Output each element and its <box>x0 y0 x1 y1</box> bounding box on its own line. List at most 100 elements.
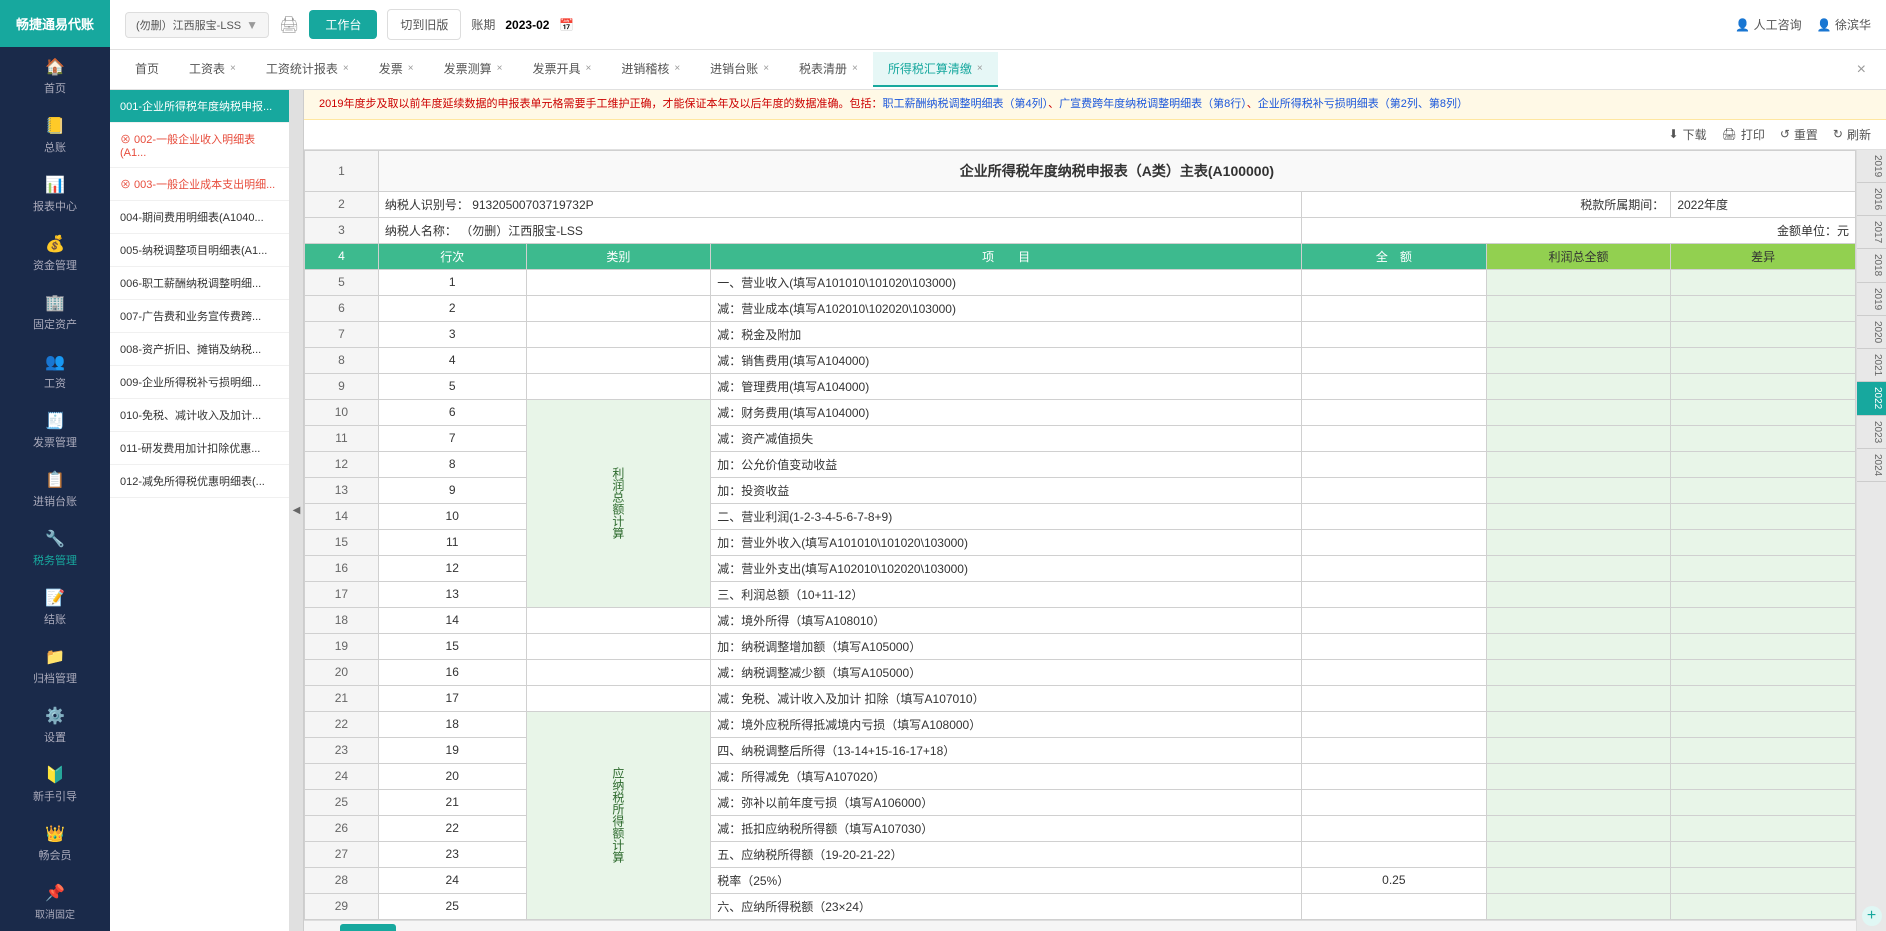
tab-invoice-calc[interactable]: 发票测算 × <box>429 52 518 87</box>
tab-home[interactable]: 首页 <box>120 52 174 87</box>
left-panel-item-007[interactable]: 007-广告费和业务宣传费跨... <box>110 300 289 333</box>
company-selector[interactable]: (勿删）江西服宝-LSS ▼ <box>125 12 269 38</box>
sidebar-item-payroll[interactable]: 👥 工资 <box>0 342 110 401</box>
download-button[interactable]: ⬇ 下载 <box>1669 126 1707 143</box>
currency-label-cell: 金额单位：元 <box>1302 217 1856 243</box>
close-tab-payroll-stats[interactable]: × <box>343 63 349 74</box>
tab-income-tax[interactable]: 所得税汇算清缴 × <box>873 52 998 87</box>
sidebar-item-assets[interactable]: 🏢 固定资产 <box>0 283 110 342</box>
spreadsheet-container[interactable]: 1 企业所得税年度纳税申报表（A类）主表(A100000) 2 纳税人识别号： … <box>304 150 1856 931</box>
year-timeline: 2019 2016 2017 2018 2019 2020 2021 2022 … <box>1856 150 1886 931</box>
sidebar-item-archive[interactable]: 📁 归档管理 <box>0 637 110 696</box>
close-tab-invoice-issue[interactable]: × <box>585 63 591 74</box>
collapse-panel-button[interactable]: ◀ <box>290 90 304 931</box>
table-row: 6 2 减：营业成本(填写A102010\102020\103000) <box>305 295 1856 321</box>
row-num-3: 3 <box>305 217 379 243</box>
table-row: 18 14 减：境外所得（填写A108010） <box>305 607 1856 633</box>
left-panel-item-009[interactable]: 009-企业所得税补亏损明细... <box>110 366 289 399</box>
year-item-2020[interactable]: 2020 <box>1857 316 1886 349</box>
sidebar-item-funds[interactable]: 💰 资金管理 <box>0 224 110 283</box>
spreadsheet-title: 企业所得税年度纳税申报表（A类）主表(A100000) <box>378 150 1855 191</box>
sidebar-item-guide[interactable]: 🔰 新手引导 <box>0 755 110 814</box>
left-panel-item-001[interactable]: 001-企业所得税年度纳税申报... <box>110 90 289 123</box>
sidebar-item-settings[interactable]: ⚙️ 设置 <box>0 696 110 755</box>
table-row: 5 1 一、营业收入(填写A101010\101020\103000) <box>305 269 1856 295</box>
guide-icon: 🔰 <box>45 765 65 785</box>
sidebar-item-ledger[interactable]: 📒 总账 <box>0 106 110 165</box>
year-item-2017[interactable]: 2017 <box>1857 216 1886 249</box>
year-item-2019a[interactable]: 2019 <box>1857 150 1886 183</box>
workbench-button[interactable]: 工作台 <box>309 10 377 39</box>
left-panel-item-012[interactable]: 012-减免所得税优惠明细表(... <box>110 465 289 498</box>
home-icon: 🏠 <box>45 57 65 77</box>
print-icon[interactable]: 🖨 <box>279 15 299 35</box>
col-header-profit: 利润总全额 <box>1486 243 1671 269</box>
reset-button[interactable]: ↺ 重置 <box>1780 126 1818 143</box>
warning-link-2[interactable]: 广宣费跨年度纳税调整明细表（第8行） <box>1059 98 1247 110</box>
year-item-2023[interactable]: 2023 <box>1857 416 1886 449</box>
table-row: 20 16 减：纳税调整减少额（填写A105000） <box>305 659 1856 685</box>
close-month-icon: 📝 <box>45 588 65 608</box>
sidebar-item-sales[interactable]: 📋 进销台账 <box>0 460 110 519</box>
tab-tax-clear[interactable]: 税表清册 × <box>784 52 873 87</box>
warning-link-1[interactable]: 职工薪酬纳税调整明细表（第4列） <box>882 98 1048 110</box>
year-item-2019b[interactable]: 2019 <box>1857 283 1886 316</box>
table-row: 9 5 减：管理费用(填写A104000) <box>305 373 1856 399</box>
close-tab-sales-audit[interactable]: × <box>674 63 680 74</box>
sidebar-item-invoice[interactable]: 🧾 发票管理 <box>0 401 110 460</box>
left-panel-item-010[interactable]: 010-免税、减计收入及加计... <box>110 399 289 432</box>
sheet-tab-main[interactable]: 主表 <box>340 924 396 931</box>
tab-sales-ledger[interactable]: 进销台账 × <box>695 52 784 87</box>
tab-invoice[interactable]: 发票 × <box>364 52 429 87</box>
close-tab-income-tax[interactable]: × <box>977 63 983 74</box>
payroll-icon: 👥 <box>45 352 65 372</box>
year-item-2024[interactable]: 2024 <box>1857 449 1886 482</box>
left-panel-item-004[interactable]: 004-期间费用明细表(A1040... <box>110 201 289 234</box>
left-panel-item-006[interactable]: 006-职工薪酬纳税调整明细... <box>110 267 289 300</box>
sidebar-item-unpin[interactable]: 📌 取消固定 <box>0 873 110 931</box>
warning-link-3[interactable]: 企业所得税补亏损明细表（第2列、第8列） <box>1258 98 1468 110</box>
tab-sales-audit[interactable]: 进销稽核 × <box>606 52 695 87</box>
close-tab-invoice-calc[interactable]: × <box>497 63 503 74</box>
info-row-2: 2 纳税人识别号： 91320500703719732P 税款所属期间： 202… <box>305 191 1856 217</box>
year-item-2021[interactable]: 2021 <box>1857 349 1886 382</box>
sidebar-item-home[interactable]: 🏠 首页 <box>0 47 110 106</box>
table-row: 19 15 加：纳税调整增加额（填写A105000） <box>305 633 1856 659</box>
info-row-3: 3 纳税人名称： （勿删）江西服宝-LSS 金额单位：元 <box>305 217 1856 243</box>
nav-tabs: 首页 工资表 × 工资统计报表 × 发票 × 发票测算 × 发票开具 × 进销稽… <box>110 50 1886 90</box>
user-avatar-icon: 👤 <box>1817 18 1832 32</box>
left-panel-item-005[interactable]: 005-纳税调整项目明细表(A1... <box>110 234 289 267</box>
tab-payroll[interactable]: 工资表 × <box>174 52 251 87</box>
calendar-icon[interactable]: 📅 <box>559 18 574 32</box>
toolbar: ⬇ 下载 🖨 打印 ↺ 重置 ↻ 刷新 <box>304 120 1886 150</box>
close-tab-payroll[interactable]: × <box>230 63 236 74</box>
tax-icon: 🔧 <box>45 529 65 549</box>
close-all-tabs[interactable]: × <box>1847 61 1876 79</box>
left-panel-item-011[interactable]: 011-研发费用加计扣除优惠... <box>110 432 289 465</box>
consult-button[interactable]: 👤 人工咨询 <box>1735 16 1801 33</box>
sidebar-item-tax[interactable]: 🔧 税务管理 <box>0 519 110 578</box>
timeline-expand-icon[interactable]: + <box>1862 906 1882 926</box>
year-item-2016[interactable]: 2016 <box>1857 183 1886 216</box>
year-item-2018[interactable]: 2018 <box>1857 249 1886 282</box>
close-tab-tax-clear[interactable]: × <box>852 63 858 74</box>
consult-icon: 👤 <box>1735 18 1750 32</box>
switch-button[interactable]: 切到旧版 <box>387 9 461 40</box>
close-tab-invoice[interactable]: × <box>408 63 414 74</box>
period-value: 2023-02 <box>505 18 549 32</box>
sidebar-item-reports[interactable]: 📊 报表中心 <box>0 165 110 224</box>
print-button[interactable]: 🖨 打印 <box>1722 126 1765 143</box>
tab-invoice-issue[interactable]: 发票开具 × <box>517 52 606 87</box>
sidebar-item-member[interactable]: 👑 畅会员 <box>0 814 110 873</box>
left-panel-item-008[interactable]: 008-资产折旧、摊销及纳税... <box>110 333 289 366</box>
refresh-button[interactable]: ↻ 刷新 <box>1833 126 1871 143</box>
left-panel: 001-企业所得税年度纳税申报... ⊗ 002-一般企业收入明细表(A1...… <box>110 90 290 931</box>
year-item-2022[interactable]: 2022 <box>1857 382 1886 415</box>
left-panel-item-003[interactable]: ⊗ 003-一般企业成本支出明细... <box>110 168 289 201</box>
left-panel-item-002[interactable]: ⊗ 002-一般企业收入明细表(A1... <box>110 123 289 168</box>
tab-payroll-stats[interactable]: 工资统计报表 × <box>251 52 364 87</box>
settings-icon: ⚙️ <box>45 706 65 726</box>
col-header-line: 行次 <box>378 243 526 269</box>
sidebar-item-close[interactable]: 📝 结账 <box>0 578 110 637</box>
close-tab-sales-ledger[interactable]: × <box>763 63 769 74</box>
